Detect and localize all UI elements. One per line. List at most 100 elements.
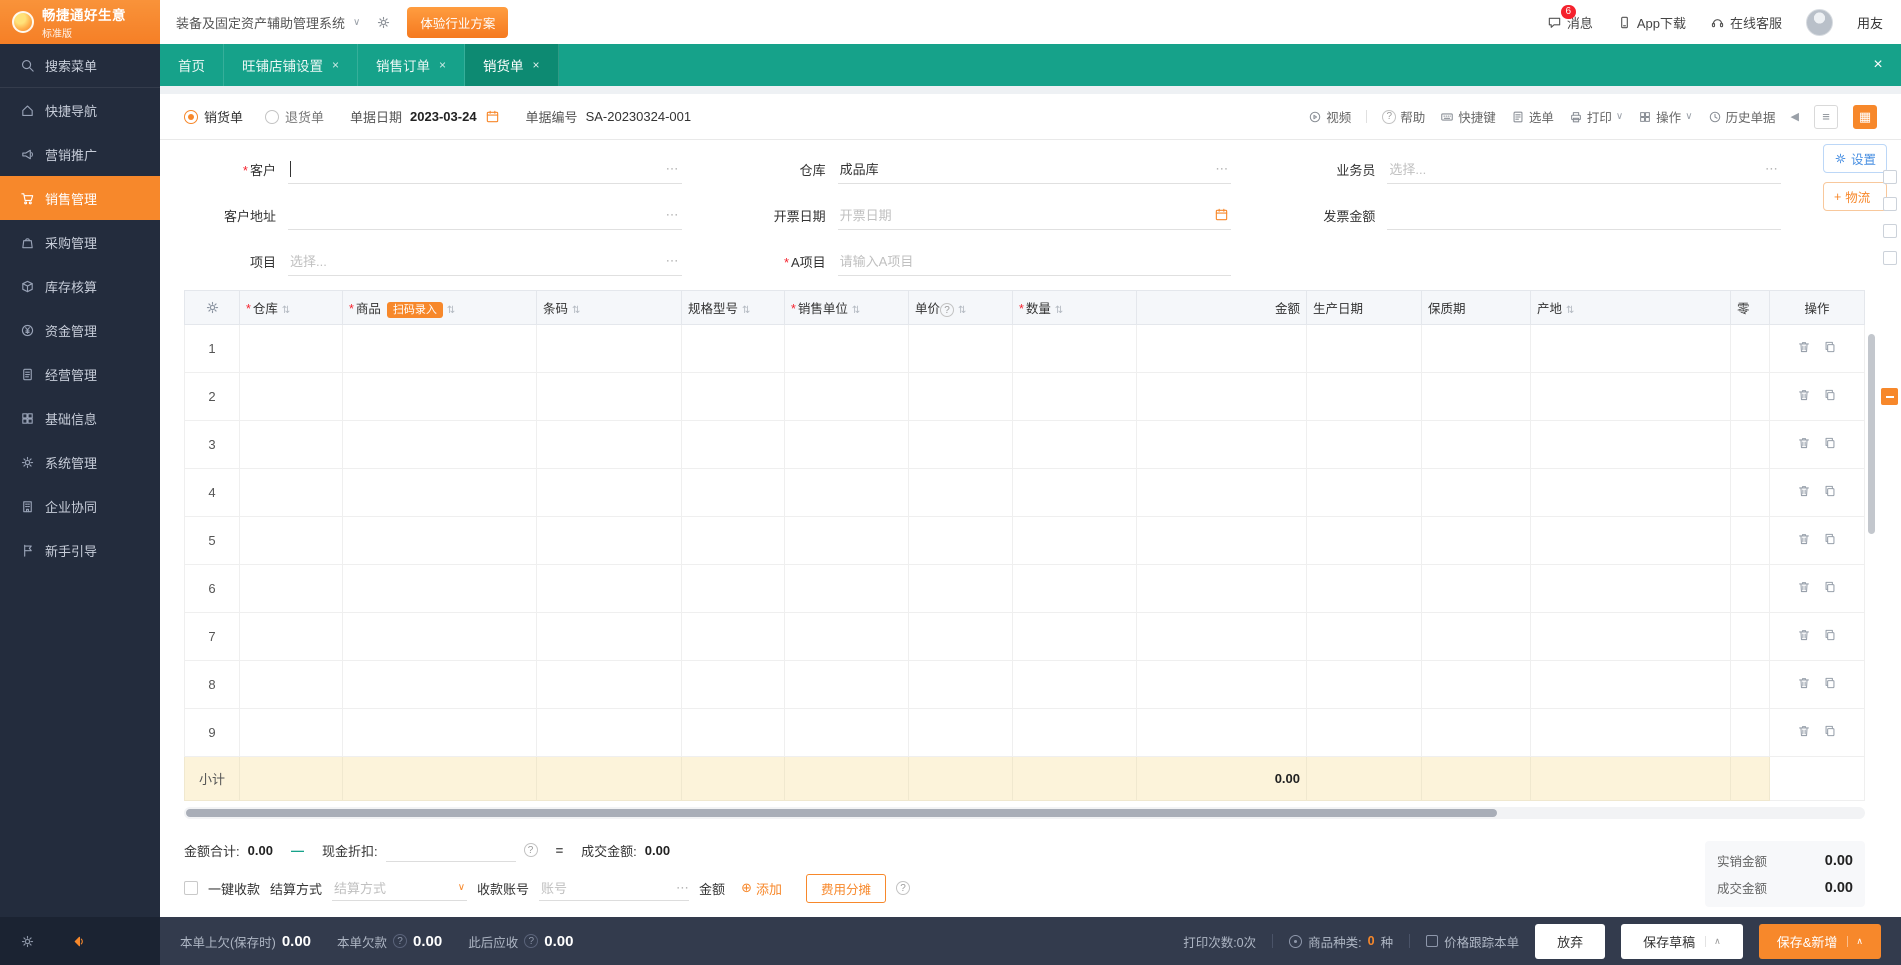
table-cell-unit-price[interactable]	[908, 612, 1013, 661]
messages-button[interactable]: 消息 6	[1547, 4, 1593, 32]
table-cell-warehouse[interactable]	[239, 564, 343, 613]
table-cell-prod-date[interactable]	[1306, 372, 1422, 421]
table-cell-retail[interactable]	[1730, 324, 1770, 373]
table-cell-product[interactable]	[342, 468, 537, 517]
table-cell-barcode[interactable]	[536, 324, 682, 373]
sidebar-item-quick-nav[interactable]: 快捷导航	[0, 88, 160, 132]
copy-row-icon[interactable]	[1823, 580, 1837, 594]
help-circle-icon[interactable]: ?	[940, 303, 955, 318]
table-cell-quantity[interactable]	[1012, 660, 1137, 709]
column-header-origin[interactable]: 产地 ⇅	[1530, 290, 1731, 325]
collapse-toolbar-icon[interactable]: ◀	[1791, 110, 1799, 123]
table-cell-unit-price[interactable]	[908, 564, 1013, 613]
table-cell-warehouse[interactable]	[239, 708, 343, 757]
table-cell-amount[interactable]	[1136, 612, 1307, 661]
table-cell-origin[interactable]	[1530, 708, 1731, 757]
table-cell-quantity[interactable]	[1012, 516, 1137, 565]
rail-icon[interactable]	[1882, 251, 1897, 265]
table-cell-retail[interactable]	[1730, 708, 1770, 757]
table-cell-prod-date[interactable]	[1306, 468, 1422, 517]
delete-row-icon[interactable]	[1797, 724, 1811, 738]
sort-icon[interactable]: ⇅	[852, 305, 860, 316]
column-header-barcode[interactable]: 条码 ⇅	[536, 290, 682, 325]
sort-icon[interactable]: ⇅	[1566, 305, 1574, 316]
rail-icon-active[interactable]	[1881, 388, 1898, 405]
table-cell-product[interactable]	[342, 708, 537, 757]
table-cell-shelf-life[interactable]	[1421, 324, 1531, 373]
table-cell-sale-unit[interactable]	[784, 708, 909, 757]
table-cell-sale-unit[interactable]	[784, 564, 909, 613]
sidebar-item-collaboration[interactable]: 企业协同	[0, 484, 160, 528]
column-header-product[interactable]: * 商品 扫码录入 ⇅	[342, 290, 537, 325]
grid-view-button[interactable]: ▦	[1853, 104, 1877, 129]
table-cell-sale-unit[interactable]	[784, 468, 909, 517]
table-cell-unit-price[interactable]	[908, 468, 1013, 517]
list-view-button[interactable]: ≡	[1814, 104, 1838, 129]
table-cell-origin[interactable]	[1530, 420, 1731, 469]
table-cell-prod-date[interactable]	[1306, 516, 1422, 565]
table-cell-prod-date[interactable]	[1306, 612, 1422, 661]
table-cell-retail[interactable]	[1730, 660, 1770, 709]
table-cell-unit-price[interactable]	[908, 708, 1013, 757]
table-cell-origin[interactable]	[1530, 516, 1731, 565]
price-track-button[interactable]: 价格跟踪本单	[1426, 932, 1519, 951]
table-cell-retail[interactable]	[1730, 420, 1770, 469]
table-cell-barcode[interactable]	[536, 420, 682, 469]
tab-sales-slip[interactable]: 销货单 ×	[465, 44, 559, 86]
table-cell-warehouse[interactable]	[239, 516, 343, 565]
table-cell-amount[interactable]	[1136, 468, 1307, 517]
table-cell-unit-price[interactable]	[908, 372, 1013, 421]
table-cell-shelf-life[interactable]	[1421, 708, 1531, 757]
table-cell-shelf-life[interactable]	[1421, 372, 1531, 421]
delete-row-icon[interactable]	[1797, 628, 1811, 642]
column-header-prod-date[interactable]: 生产日期	[1306, 290, 1422, 325]
table-cell-origin[interactable]	[1530, 660, 1731, 709]
copy-row-icon[interactable]	[1823, 532, 1837, 546]
table-cell-barcode[interactable]	[536, 516, 682, 565]
column-header-quantity[interactable]: * 数量 ⇅	[1012, 290, 1137, 325]
table-cell-spec[interactable]	[681, 564, 785, 613]
table-cell-shelf-life[interactable]	[1421, 516, 1531, 565]
table-cell-barcode[interactable]	[536, 708, 682, 757]
table-cell-sale-unit[interactable]	[784, 660, 909, 709]
table-cell-warehouse[interactable]	[239, 468, 343, 517]
discard-button[interactable]: 放弃	[1535, 923, 1606, 959]
sort-icon[interactable]: ⇅	[958, 305, 966, 316]
close-tab-icon[interactable]: ×	[332, 58, 339, 72]
sidebar-item-beginner-guide[interactable]: 新手引导	[0, 528, 160, 572]
column-header-settings[interactable]	[184, 290, 240, 325]
hotkeys-button[interactable]: 快捷键	[1440, 107, 1496, 126]
table-cell-amount[interactable]	[1136, 708, 1307, 757]
table-cell-quantity[interactable]	[1012, 420, 1137, 469]
settlement-method-select[interactable]: 结算方式 ∨	[332, 875, 468, 901]
column-header-unit-price[interactable]: 单价? ⇅	[908, 290, 1013, 325]
table-cell-spec[interactable]	[681, 468, 785, 517]
table-cell-spec[interactable]	[681, 708, 785, 757]
copy-row-icon[interactable]	[1823, 340, 1837, 354]
table-cell-spec[interactable]	[681, 516, 785, 565]
copy-row-icon[interactable]	[1823, 484, 1837, 498]
system-select-dropdown[interactable]: 装备及固定资产辅助管理系统 ∨	[176, 13, 360, 32]
table-cell-spec[interactable]	[681, 324, 785, 373]
table-cell-prod-date[interactable]	[1306, 420, 1422, 469]
invoice-date-input[interactable]: 开票日期	[837, 200, 1232, 230]
sort-icon[interactable]: ⇅	[572, 305, 580, 316]
close-tab-icon[interactable]: ×	[439, 58, 446, 72]
actions-button[interactable]: 操作 ∨	[1638, 107, 1693, 126]
table-cell-quantity[interactable]	[1012, 564, 1137, 613]
radio-sales-slip[interactable]: 销货单	[184, 107, 243, 126]
help-circle-icon[interactable]: ?	[393, 934, 408, 948]
settings-gear-icon[interactable]	[20, 934, 35, 949]
a-project-input[interactable]: 请输入A项目	[837, 246, 1232, 276]
table-cell-amount[interactable]	[1136, 564, 1307, 613]
table-cell-spec[interactable]	[681, 612, 785, 661]
settings-gear-icon[interactable]	[376, 15, 391, 30]
sidebar-item-purchase[interactable]: 采购管理	[0, 220, 160, 264]
logistics-button[interactable]: + 物流	[1822, 182, 1887, 211]
table-cell-barcode[interactable]	[536, 612, 682, 661]
table-cell-sale-unit[interactable]	[784, 516, 909, 565]
table-cell-amount[interactable]	[1136, 324, 1307, 373]
delete-row-icon[interactable]	[1797, 532, 1811, 546]
copy-row-icon[interactable]	[1823, 388, 1837, 402]
table-cell-barcode[interactable]	[536, 372, 682, 421]
